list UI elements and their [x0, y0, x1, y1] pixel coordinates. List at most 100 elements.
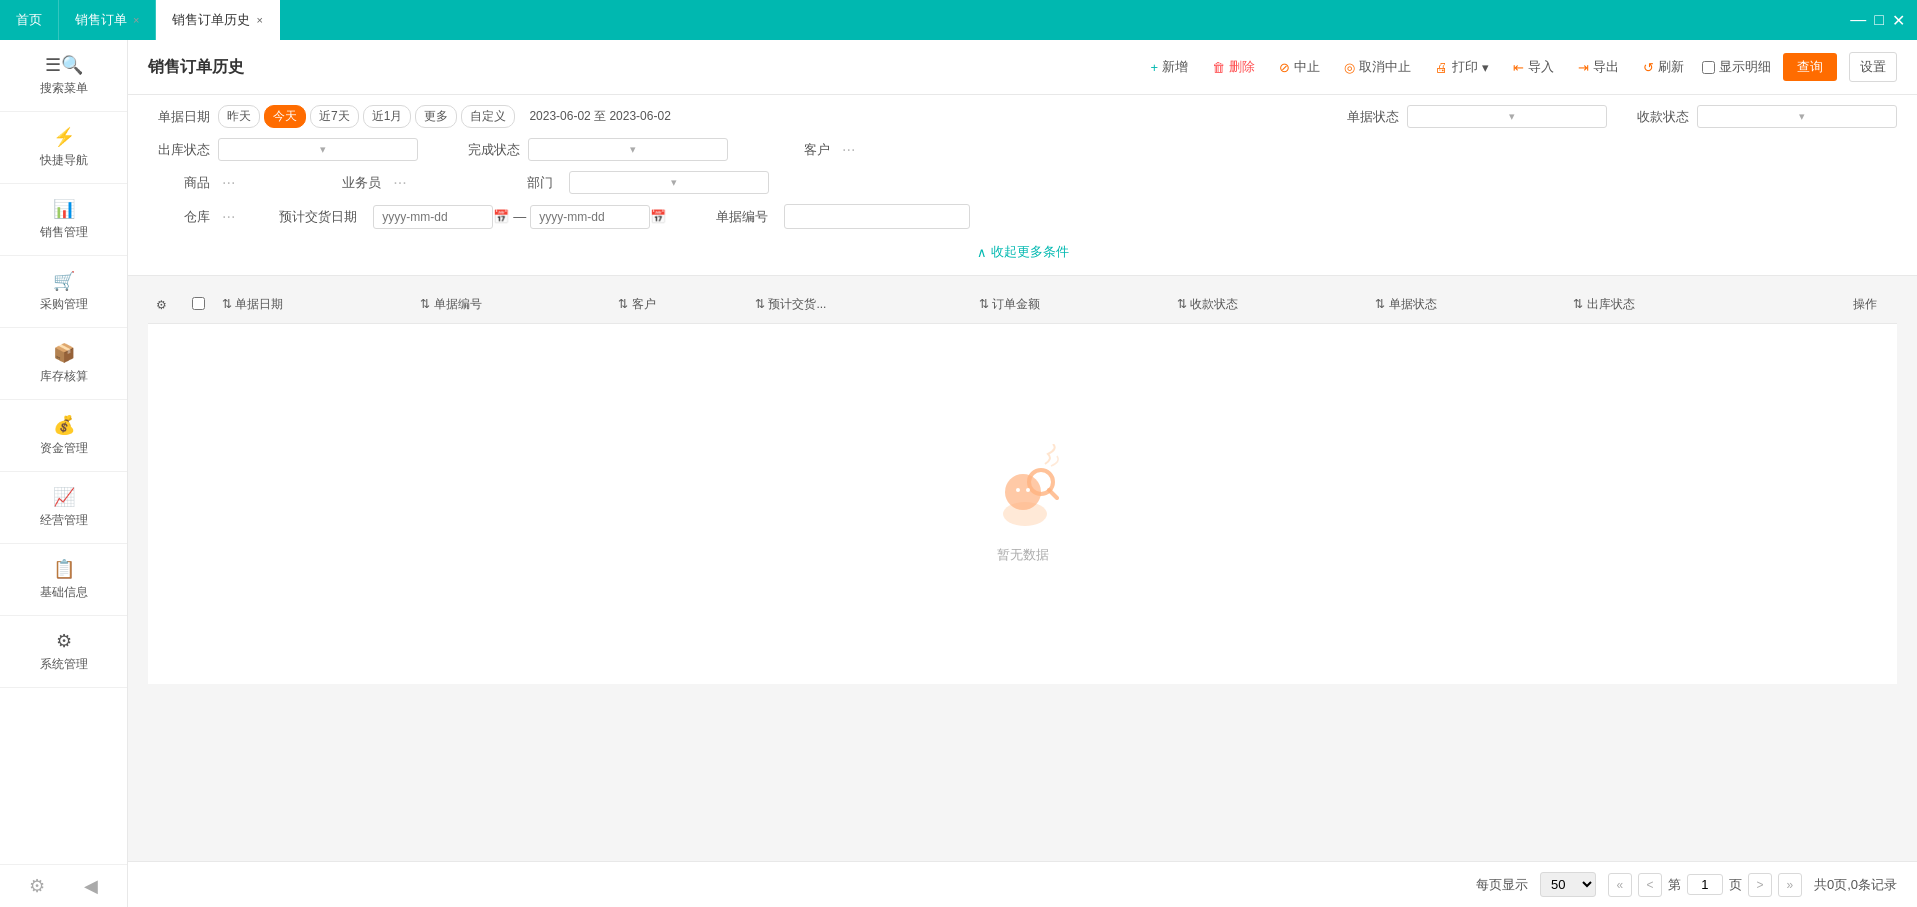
tab-home[interactable]: 首页 [0, 0, 59, 40]
page-label: 第 [1668, 876, 1681, 894]
gear-header[interactable]: ⚙ [148, 286, 184, 324]
filter-row-1: 单据日期 昨天 今天 近7天 近1月 更多 自定义 2023-06-02 至 2… [148, 105, 1897, 128]
sidebar-item-sys-mgmt-label: 系统管理 [40, 656, 88, 673]
sidebar-collapse-btn[interactable]: ◀ [84, 875, 98, 897]
add-btn[interactable]: + 新增 [1144, 54, 1194, 80]
cancel-stop-btn[interactable]: ◎ 取消中止 [1338, 54, 1417, 80]
close-sales-order-history-tab[interactable]: × [256, 14, 262, 26]
empty-illustration [973, 444, 1073, 534]
sidebar-item-sys-mgmt[interactable]: ⚙ 系统管理 [0, 616, 127, 688]
page-num-input[interactable] [1687, 874, 1723, 895]
date-btn-more[interactable]: 更多 [415, 105, 457, 128]
print-btn[interactable]: 🖨 打印 ▾ [1429, 54, 1495, 80]
fund-mgmt-icon: 💰 [53, 414, 75, 436]
add-icon: + [1150, 60, 1158, 75]
main-layout: ☰🔍 搜索菜单 ⚡ 快捷导航 📊 销售管理 🛒 采购管理 📦 库存核算 💰 资金… [0, 40, 1917, 907]
first-page-btn[interactable]: « [1608, 873, 1632, 897]
top-bar: 首页 销售订单 × 销售订单历史 × — □ ✕ [0, 0, 1917, 40]
date-label: 单据日期 [148, 108, 218, 126]
doc-status-select[interactable]: ▾ [1407, 105, 1607, 128]
query-btn[interactable]: 查询 [1783, 53, 1837, 81]
table-head: ⚙ ⇅ 单据日期 ⇅ 单据编号 ⇅ 客户 ⇅ 预计交货... [148, 286, 1897, 324]
page-header: 销售订单历史 + 新增 🗑 删除 ⊘ 中止 ◎ 取消中止 [128, 40, 1917, 95]
col-delivery-date-label: ⇅ 预计交货... [755, 297, 826, 311]
checkbox-header[interactable] [184, 286, 214, 324]
sidebar-item-purchase-mgmt[interactable]: 🛒 采购管理 [0, 256, 127, 328]
delivery-date-to-icon[interactable]: 📅 [650, 209, 666, 224]
search-menu-icon: ☰🔍 [45, 54, 83, 76]
salesman-dots[interactable]: ··· [389, 174, 410, 192]
window-close-btn[interactable]: ✕ [1892, 11, 1905, 30]
complete-status-select[interactable]: ▾ [528, 138, 728, 161]
filter-row-4: 仓库 ··· 预计交货日期 📅 — 📅 单据编号 [148, 204, 1897, 229]
close-sales-order-tab[interactable]: × [133, 14, 139, 26]
sidebar-item-fund-mgmt[interactable]: 💰 资金管理 [0, 400, 127, 472]
base-info-icon: 📋 [53, 558, 75, 580]
sidebar-settings-btn[interactable]: ⚙ [29, 875, 45, 897]
table-header-row: ⚙ ⇅ 单据日期 ⇅ 单据编号 ⇅ 客户 ⇅ 预计交货... [148, 286, 1897, 324]
warehouse-dots[interactable]: ··· [218, 208, 239, 226]
sidebar-item-search-menu-label: 搜索菜单 [40, 80, 88, 97]
next-page-btn[interactable]: > [1748, 873, 1772, 897]
delivery-date-to-input[interactable] [530, 205, 650, 229]
tab-sales-order[interactable]: 销售订单 × [59, 0, 156, 40]
empty-state-row: 暂无数据 [148, 324, 1897, 685]
ops-mgmt-icon: 📈 [53, 486, 75, 508]
refresh-btn[interactable]: ↺ 刷新 [1637, 54, 1690, 80]
last-page-btn[interactable]: » [1778, 873, 1802, 897]
top-tabs: 首页 销售订单 × 销售订单历史 × [0, 0, 280, 40]
customer-dots[interactable]: ··· [838, 141, 859, 159]
delete-btn[interactable]: 🗑 删除 [1206, 54, 1261, 80]
date-btn-1month[interactable]: 近1月 [363, 105, 412, 128]
delivery-date-from-input[interactable] [373, 205, 493, 229]
display-toggle-label: 显示明细 [1719, 58, 1771, 76]
doc-number-input[interactable] [784, 204, 970, 229]
dept-select[interactable]: ▾ [569, 171, 769, 194]
salesman-label: 业务员 [319, 174, 389, 192]
col-number: ⇅ 单据编号 [412, 286, 610, 324]
select-all-checkbox[interactable] [192, 297, 205, 310]
sidebar-item-base-info[interactable]: 📋 基础信息 [0, 544, 127, 616]
delete-icon: 🗑 [1212, 60, 1225, 75]
date-btn-today[interactable]: 今天 [264, 105, 306, 128]
date-btn-7days[interactable]: 近7天 [310, 105, 359, 128]
page-size-select[interactable]: 10 20 50 100 [1540, 872, 1596, 897]
print-arrow-icon: ▾ [1482, 60, 1489, 75]
stop-btn[interactable]: ⊘ 中止 [1273, 54, 1326, 80]
sales-mgmt-icon: 📊 [53, 198, 75, 220]
complete-status-label: 完成状态 [458, 141, 528, 159]
sidebar-item-ops-mgmt[interactable]: 📈 经营管理 [0, 472, 127, 544]
import-icon: ⇤ [1513, 60, 1524, 75]
export-icon: ⇥ [1578, 60, 1589, 75]
display-toggle-checkbox[interactable] [1702, 61, 1715, 74]
payment-status-select[interactable]: ▾ [1697, 105, 1897, 128]
delivery-date-from-icon[interactable]: 📅 [493, 209, 509, 224]
delivery-status-label: 出库状态 [148, 141, 218, 159]
collapse-filter-btn[interactable]: ∧ 收起更多条件 [148, 239, 1897, 265]
sidebar-item-stock-calc[interactable]: 📦 库存核算 [0, 328, 127, 400]
display-toggle[interactable]: 显示明细 [1702, 58, 1771, 76]
delivery-status-select[interactable]: ▾ [218, 138, 418, 161]
warehouse-label: 仓库 [148, 208, 218, 226]
collapse-label: 收起更多条件 [991, 243, 1069, 261]
product-dots[interactable]: ··· [218, 174, 239, 192]
export-btn[interactable]: ⇥ 导出 [1572, 54, 1625, 80]
sidebar-item-search-menu[interactable]: ☰🔍 搜索菜单 [0, 40, 127, 112]
cancel-stop-icon: ◎ [1344, 60, 1355, 75]
tab-sales-order-history[interactable]: 销售订单历史 × [156, 0, 279, 40]
window-min-btn[interactable]: — [1850, 11, 1866, 29]
col-customer-label: ⇅ 客户 [618, 297, 655, 311]
purchase-mgmt-icon: 🛒 [53, 270, 75, 292]
sidebar-item-sales-mgmt-label: 销售管理 [40, 224, 88, 241]
prev-page-btn[interactable]: < [1638, 873, 1662, 897]
date-btn-yesterday[interactable]: 昨天 [218, 105, 260, 128]
window-max-btn[interactable]: □ [1874, 11, 1884, 29]
sidebar-item-quick-nav[interactable]: ⚡ 快捷导航 [0, 112, 127, 184]
date-btn-custom[interactable]: 自定义 [461, 105, 515, 128]
filter-row-3: 商品 ··· 业务员 ··· 部门 ▾ [148, 171, 1897, 194]
settings-btn[interactable]: 设置 [1849, 52, 1897, 82]
total-records: 共0页,0条记录 [1814, 876, 1897, 894]
sidebar-item-quick-nav-label: 快捷导航 [40, 152, 88, 169]
import-btn[interactable]: ⇤ 导入 [1507, 54, 1560, 80]
sidebar-item-sales-mgmt[interactable]: 📊 销售管理 [0, 184, 127, 256]
